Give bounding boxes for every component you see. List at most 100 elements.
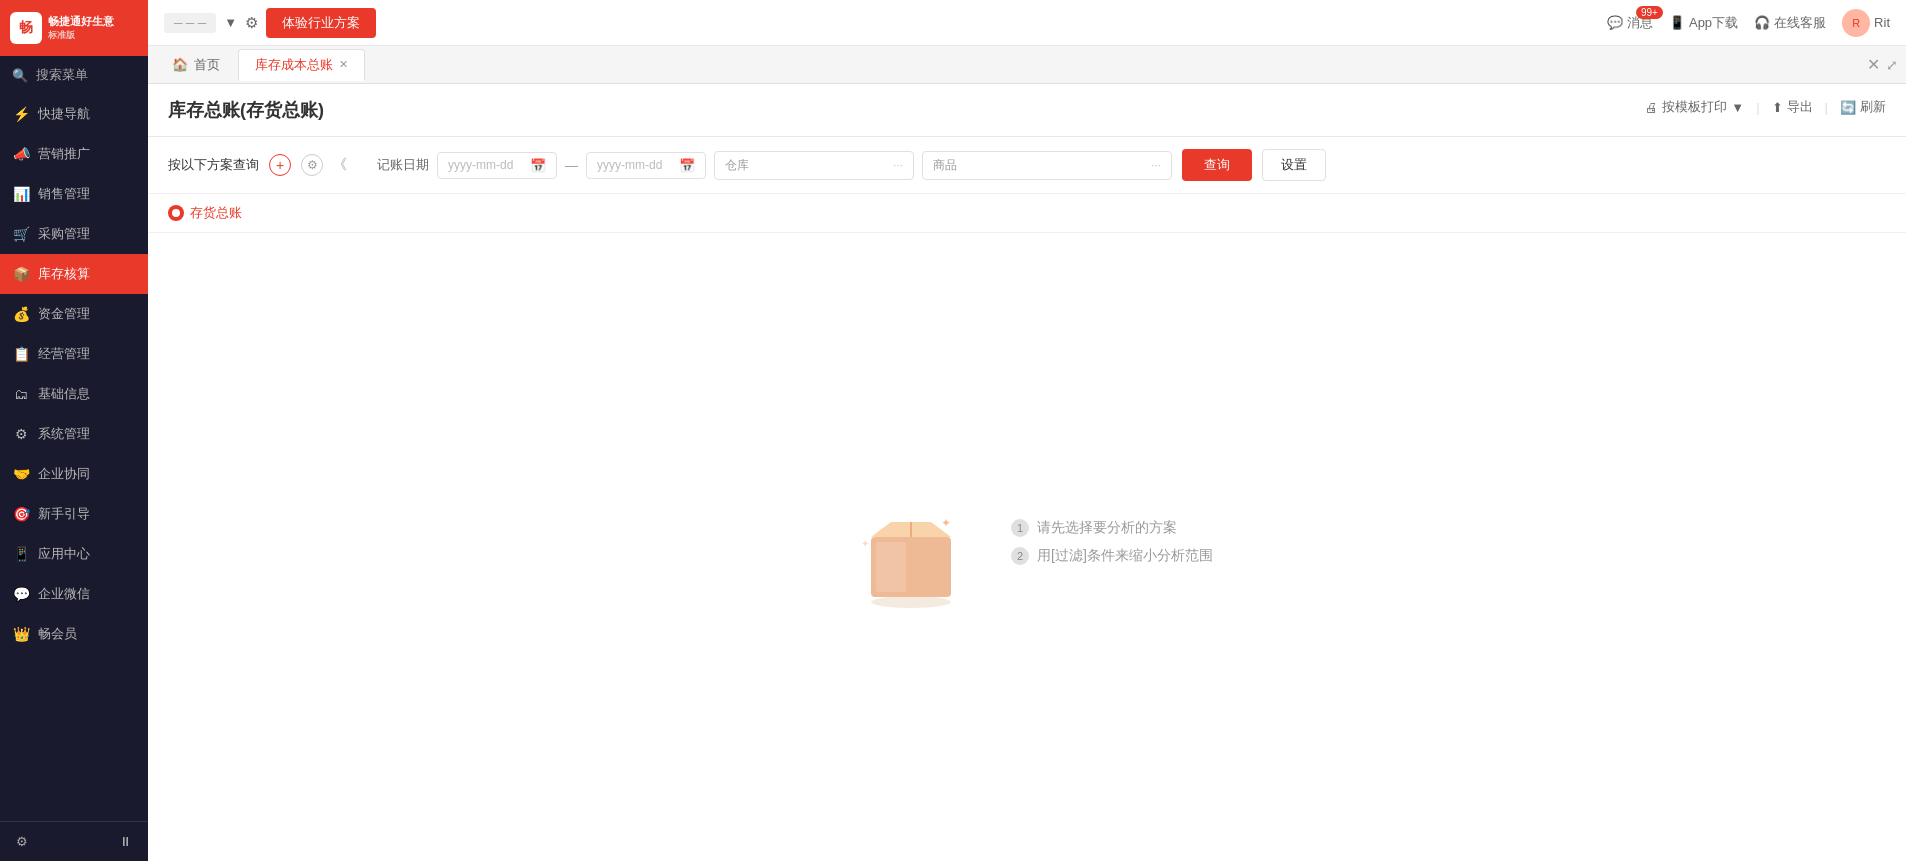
industry-btn[interactable]: 体验行业方案: [266, 8, 376, 38]
sidebar-item-inventory[interactable]: 📦 库存核算: [0, 254, 148, 294]
logo-text: 畅捷通好生意: [48, 14, 114, 29]
sidebar-item-system[interactable]: ⚙ 系统管理: [0, 414, 148, 454]
basic-icon: 🗂: [12, 386, 30, 402]
sidebar-item-label: 企业微信: [38, 585, 90, 603]
condition-group: 记账日期 yyyy-mm-dd 📅 — yyyy-mm-dd 📅 仓库 ··· …: [377, 151, 1172, 180]
topbar: ─ ─ ─ ▼ ⚙ 体验行业方案 💬 消息 99+ 📱 App下载 🎧 在线客服…: [148, 0, 1906, 46]
settings-btn[interactable]: 设置: [1262, 149, 1326, 181]
sidebar-item-finance[interactable]: 💰 资金管理: [0, 294, 148, 334]
sidebar-item-label: 资金管理: [38, 305, 90, 323]
divider2: |: [1825, 100, 1828, 115]
tab-inventory-cost[interactable]: 库存成本总账 ✕: [238, 49, 365, 81]
empty-inner: ✦ ✦ 1 请先选择要分析的方案 2 用[过滤]条件来缩小分析范围: [841, 477, 1213, 617]
sidebar-item-label: 新手引导: [38, 505, 90, 523]
print-btn[interactable]: 🖨 按模板打印 ▼: [1645, 98, 1744, 116]
query-btn[interactable]: 查询: [1182, 149, 1252, 181]
date-from-placeholder: yyyy-mm-dd: [448, 158, 513, 172]
logo-icon: 畅: [10, 12, 42, 44]
online-service-btn[interactable]: 🎧 在线客服: [1754, 14, 1826, 32]
export-icon: ⬆: [1772, 100, 1783, 115]
product-more-icon[interactable]: ···: [1151, 158, 1161, 172]
audio-icon[interactable]: ⏸: [119, 834, 132, 849]
tip2-text: 用[过滤]条件来缩小分析范围: [1037, 547, 1213, 565]
sidebar-item-enterprise[interactable]: 🤝 企业协同: [0, 454, 148, 494]
svg-point-1: [871, 596, 951, 608]
sidebar-footer: ⚙ ⏸: [0, 821, 148, 861]
scheme-row: 存货总账: [148, 194, 1906, 233]
purchase-icon: 🛒: [12, 226, 30, 242]
calendar-from-icon[interactable]: 📅: [530, 158, 546, 173]
svg-text:✦: ✦: [941, 516, 951, 530]
sidebar-item-member[interactable]: 👑 畅会员: [0, 614, 148, 654]
page-title: 库存总账(存货总账): [168, 98, 324, 136]
product-input[interactable]: 商品 ···: [922, 151, 1172, 180]
date-to-placeholder: yyyy-mm-dd: [597, 158, 662, 172]
scheme-item[interactable]: 存货总账: [168, 204, 242, 222]
svg-rect-5: [876, 542, 906, 592]
sidebar-item-marketing[interactable]: 📣 营销推广: [0, 134, 148, 174]
page-header-actions: 🖨 按模板打印 ▼ | ⬆ 导出 | 🔄 刷新: [1645, 98, 1886, 130]
filter-label: 按以下方案查询: [168, 156, 259, 174]
avatar: R: [1842, 9, 1870, 37]
app-center-icon: 📱: [12, 546, 30, 562]
print-label: 按模板打印: [1662, 98, 1727, 116]
warehouse-input[interactable]: 仓库 ···: [714, 151, 914, 180]
refresh-btn[interactable]: 🔄 刷新: [1840, 98, 1886, 116]
scheme-item-label: 存货总账: [190, 204, 242, 222]
operation-icon: 📋: [12, 346, 30, 362]
sidebar-item-operation[interactable]: 📋 经营管理: [0, 334, 148, 374]
date-separator: —: [565, 158, 578, 173]
panel-resize-icon[interactable]: ⤢: [1886, 57, 1898, 73]
filter-settings-btn[interactable]: ⚙: [301, 154, 323, 176]
app-download-btn[interactable]: 📱 App下载: [1669, 14, 1738, 32]
search-menu[interactable]: 🔍 搜索菜单: [0, 56, 148, 94]
topbar-right: 💬 消息 99+ 📱 App下载 🎧 在线客服 R Rit: [1607, 9, 1890, 37]
sidebar-item-label: 应用中心: [38, 545, 90, 563]
search-icon: 🔍: [12, 68, 28, 83]
sidebar: 畅 畅捷通好生意 标准版 🔍 搜索菜单 ⚡ 快捷导航 📣 营销推广 📊 销售管理…: [0, 0, 148, 861]
search-menu-label: 搜索菜单: [36, 66, 88, 84]
sidebar-nav: ⚡ 快捷导航 📣 营销推广 📊 销售管理 🛒 采购管理 📦 库存核算 💰 资金管…: [0, 94, 148, 821]
warehouse-label: 仓库: [725, 157, 749, 174]
message-icon: 💬: [1607, 15, 1623, 30]
calendar-to-icon[interactable]: 📅: [679, 158, 695, 173]
date-from-input[interactable]: yyyy-mm-dd 📅: [437, 152, 557, 179]
settings-icon[interactable]: ⚙: [16, 834, 28, 849]
user-menu[interactable]: R Rit: [1842, 9, 1890, 37]
filter-add-btn[interactable]: +: [269, 154, 291, 176]
export-label: 导出: [1787, 98, 1813, 116]
sidebar-item-basic[interactable]: 🗂 基础信息: [0, 374, 148, 414]
message-btn[interactable]: 💬 消息 99+: [1607, 14, 1653, 32]
print-dropdown-icon[interactable]: ▼: [1731, 100, 1744, 115]
refresh-label: 刷新: [1860, 98, 1886, 116]
sidebar-item-quick-nav[interactable]: ⚡ 快捷导航: [0, 94, 148, 134]
sidebar-item-app-center[interactable]: 📱 应用中心: [0, 534, 148, 574]
app-label: App下载: [1689, 14, 1738, 32]
export-btn[interactable]: ⬆ 导出: [1772, 98, 1813, 116]
tab-inventory-cost-label: 库存成本总账: [255, 56, 333, 74]
sidebar-item-wecom[interactable]: 💬 企业微信: [0, 574, 148, 614]
gear-icon[interactable]: ⚙: [245, 14, 258, 32]
warehouse-more-icon[interactable]: ···: [893, 158, 903, 172]
svg-text:✦: ✦: [861, 538, 869, 549]
online-label: 在线客服: [1774, 14, 1826, 32]
scheme-dot: [168, 205, 184, 221]
sidebar-item-label: 企业协同: [38, 465, 90, 483]
sidebar-item-purchase[interactable]: 🛒 采购管理: [0, 214, 148, 254]
panel-close-icon[interactable]: ✕: [1867, 55, 1880, 74]
sidebar-item-guide[interactable]: 🎯 新手引导: [0, 494, 148, 534]
sidebar-item-label: 销售管理: [38, 185, 90, 203]
tab-close-icon[interactable]: ✕: [339, 58, 348, 71]
user-name: Rit: [1874, 15, 1890, 30]
enterprise-icon: 🤝: [12, 466, 30, 482]
date-label: 记账日期: [377, 156, 429, 174]
divider1: |: [1756, 100, 1759, 115]
date-to-input[interactable]: yyyy-mm-dd 📅: [586, 152, 706, 179]
sidebar-item-sales[interactable]: 📊 销售管理: [0, 174, 148, 214]
tab-home[interactable]: 🏠 首页: [156, 50, 236, 80]
breadcrumb: ─ ─ ─: [164, 13, 216, 33]
tab-home-label: 首页: [194, 56, 220, 74]
dropdown-chevron-icon[interactable]: ▼: [224, 15, 237, 30]
sidebar-item-label: 畅会员: [38, 625, 77, 643]
filter-collapse-icon[interactable]: 《: [333, 156, 347, 174]
